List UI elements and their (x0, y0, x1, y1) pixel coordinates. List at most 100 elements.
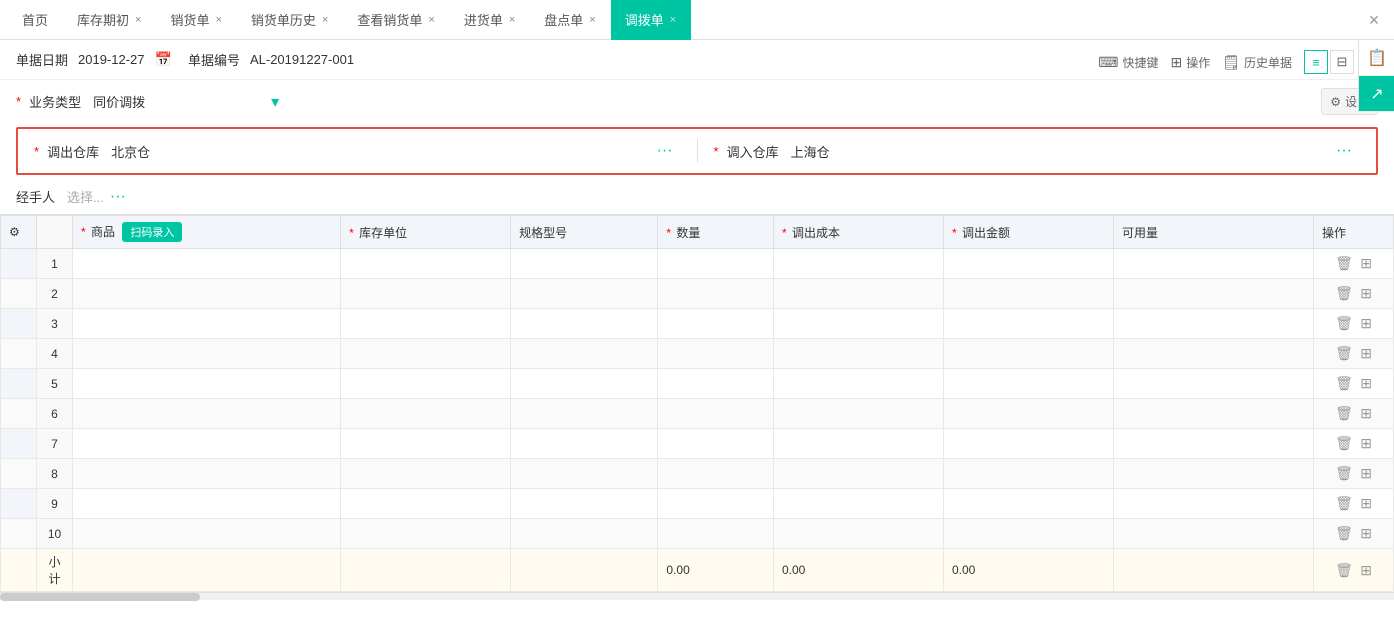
row-copy-icon-2[interactable]: ⊞ (1360, 285, 1372, 301)
window-close-button[interactable]: × (1354, 0, 1394, 40)
history-btn[interactable]: 🗒 历史单据 (1222, 54, 1292, 71)
row-amount-2[interactable] (943, 279, 1113, 309)
row-spec-4[interactable] (511, 339, 658, 369)
row-amount-4[interactable] (943, 339, 1113, 369)
row-cost-2[interactable] (774, 279, 944, 309)
row-copy-icon-8[interactable]: ⊞ (1360, 465, 1372, 481)
row-delete-icon-8[interactable]: 🗑 (1335, 465, 1353, 481)
warehouse-in-more[interactable]: ··· (1328, 142, 1360, 160)
row-delete-icon-7[interactable]: 🗑 (1335, 435, 1353, 451)
row-cost-1[interactable] (774, 249, 944, 279)
tab-transfer-order[interactable]: 调拨单 × (611, 0, 691, 40)
warehouse-out-more[interactable]: ··· (649, 142, 681, 160)
row-amount-8[interactable] (943, 459, 1113, 489)
row-copy-icon-6[interactable]: ⊞ (1360, 405, 1372, 421)
tab-close-inventory-check[interactable]: × (589, 14, 595, 26)
row-copy-icon-7[interactable]: ⊞ (1360, 435, 1372, 451)
tab-close-view-sales[interactable]: × (428, 14, 434, 26)
tab-sales-history[interactable]: 销货单历史 × (237, 0, 343, 40)
row-cost-8[interactable] (774, 459, 944, 489)
row-qty-4[interactable] (658, 339, 774, 369)
row-qty-8[interactable] (658, 459, 774, 489)
row-amount-3[interactable] (943, 309, 1113, 339)
row-product-8[interactable] (73, 459, 341, 489)
row-copy-icon-3[interactable]: ⊞ (1360, 315, 1372, 331)
row-qty-7[interactable] (658, 429, 774, 459)
row-spec-5[interactable] (511, 369, 658, 399)
row-spec-8[interactable] (511, 459, 658, 489)
row-qty-1[interactable] (658, 249, 774, 279)
row-cost-9[interactable] (774, 489, 944, 519)
tab-close-inventory-init[interactable]: × (135, 14, 141, 26)
row-amount-6[interactable] (943, 399, 1113, 429)
row-product-2[interactable] (73, 279, 341, 309)
right-panel-notes-btn[interactable]: 📋 (1359, 40, 1394, 76)
row-delete-icon-2[interactable]: 🗑 (1335, 285, 1353, 301)
shortcuts-btn[interactable]: ⌨ 快捷键 (1098, 54, 1158, 71)
tab-close-sales-order[interactable]: × (215, 14, 221, 26)
row-amount-1[interactable] (943, 249, 1113, 279)
tab-purchase-order[interactable]: 进货单 × (450, 0, 530, 40)
row-cost-6[interactable] (774, 399, 944, 429)
row-cost-3[interactable] (774, 309, 944, 339)
row-copy-icon-5[interactable]: ⊞ (1360, 375, 1372, 391)
row-delete-icon-5[interactable]: 🗑 (1335, 375, 1353, 391)
subtotal-copy-icon[interactable]: ⊞ (1360, 562, 1372, 578)
row-product-9[interactable] (73, 489, 341, 519)
row-qty-2[interactable] (658, 279, 774, 309)
row-delete-icon-4[interactable]: 🗑 (1335, 345, 1353, 361)
row-unit-6[interactable] (341, 399, 511, 429)
business-type-dropdown[interactable]: ▾ (271, 92, 279, 112)
row-qty-3[interactable] (658, 309, 774, 339)
row-cost-10[interactable] (774, 519, 944, 549)
row-product-3[interactable] (73, 309, 341, 339)
row-spec-2[interactable] (511, 279, 658, 309)
row-delete-icon-1[interactable]: 🗑 (1335, 255, 1353, 271)
row-spec-10[interactable] (511, 519, 658, 549)
row-copy-icon-4[interactable]: ⊞ (1360, 345, 1372, 361)
row-unit-5[interactable] (341, 369, 511, 399)
row-unit-3[interactable] (341, 309, 511, 339)
row-cost-4[interactable] (774, 339, 944, 369)
tab-close-sales-history[interactable]: × (322, 14, 328, 26)
operations-btn[interactable]: ⊞ 操作 (1170, 54, 1210, 71)
handler-more[interactable]: ··· (110, 188, 126, 206)
row-amount-7[interactable] (943, 429, 1113, 459)
row-spec-3[interactable] (511, 309, 658, 339)
row-copy-icon-10[interactable]: ⊞ (1360, 525, 1372, 541)
row-cost-7[interactable] (774, 429, 944, 459)
row-amount-10[interactable] (943, 519, 1113, 549)
row-qty-5[interactable] (658, 369, 774, 399)
row-unit-8[interactable] (341, 459, 511, 489)
tab-sales-order[interactable]: 销货单 × (156, 0, 236, 40)
tab-home[interactable]: 首页 (8, 0, 63, 40)
grid-view-btn[interactable]: ⊟ (1330, 50, 1354, 74)
row-product-5[interactable] (73, 369, 341, 399)
row-cost-5[interactable] (774, 369, 944, 399)
row-unit-9[interactable] (341, 489, 511, 519)
horizontal-scrollbar[interactable] (0, 592, 1394, 600)
row-product-4[interactable] (73, 339, 341, 369)
tab-view-sales[interactable]: 查看销货单 × (343, 0, 449, 40)
scrollbar-thumb[interactable] (0, 593, 200, 601)
row-copy-icon-1[interactable]: ⊞ (1360, 255, 1372, 271)
row-unit-2[interactable] (341, 279, 511, 309)
row-qty-10[interactable] (658, 519, 774, 549)
subtotal-delete-icon[interactable]: 🗑 (1335, 562, 1353, 578)
row-copy-icon-9[interactable]: ⊞ (1360, 495, 1372, 511)
row-qty-9[interactable] (658, 489, 774, 519)
row-amount-5[interactable] (943, 369, 1113, 399)
row-spec-9[interactable] (511, 489, 658, 519)
row-unit-1[interactable] (341, 249, 511, 279)
row-delete-icon-3[interactable]: 🗑 (1335, 315, 1353, 331)
row-delete-icon-9[interactable]: 🗑 (1335, 495, 1353, 511)
row-unit-7[interactable] (341, 429, 511, 459)
right-panel-expand-btn[interactable]: ↗ (1359, 76, 1394, 112)
row-unit-4[interactable] (341, 339, 511, 369)
row-amount-9[interactable] (943, 489, 1113, 519)
tab-inventory-init[interactable]: 库存期初 × (63, 0, 156, 40)
row-unit-10[interactable] (341, 519, 511, 549)
tab-close-purchase-order[interactable]: × (509, 14, 515, 26)
row-spec-7[interactable] (511, 429, 658, 459)
row-qty-6[interactable] (658, 399, 774, 429)
